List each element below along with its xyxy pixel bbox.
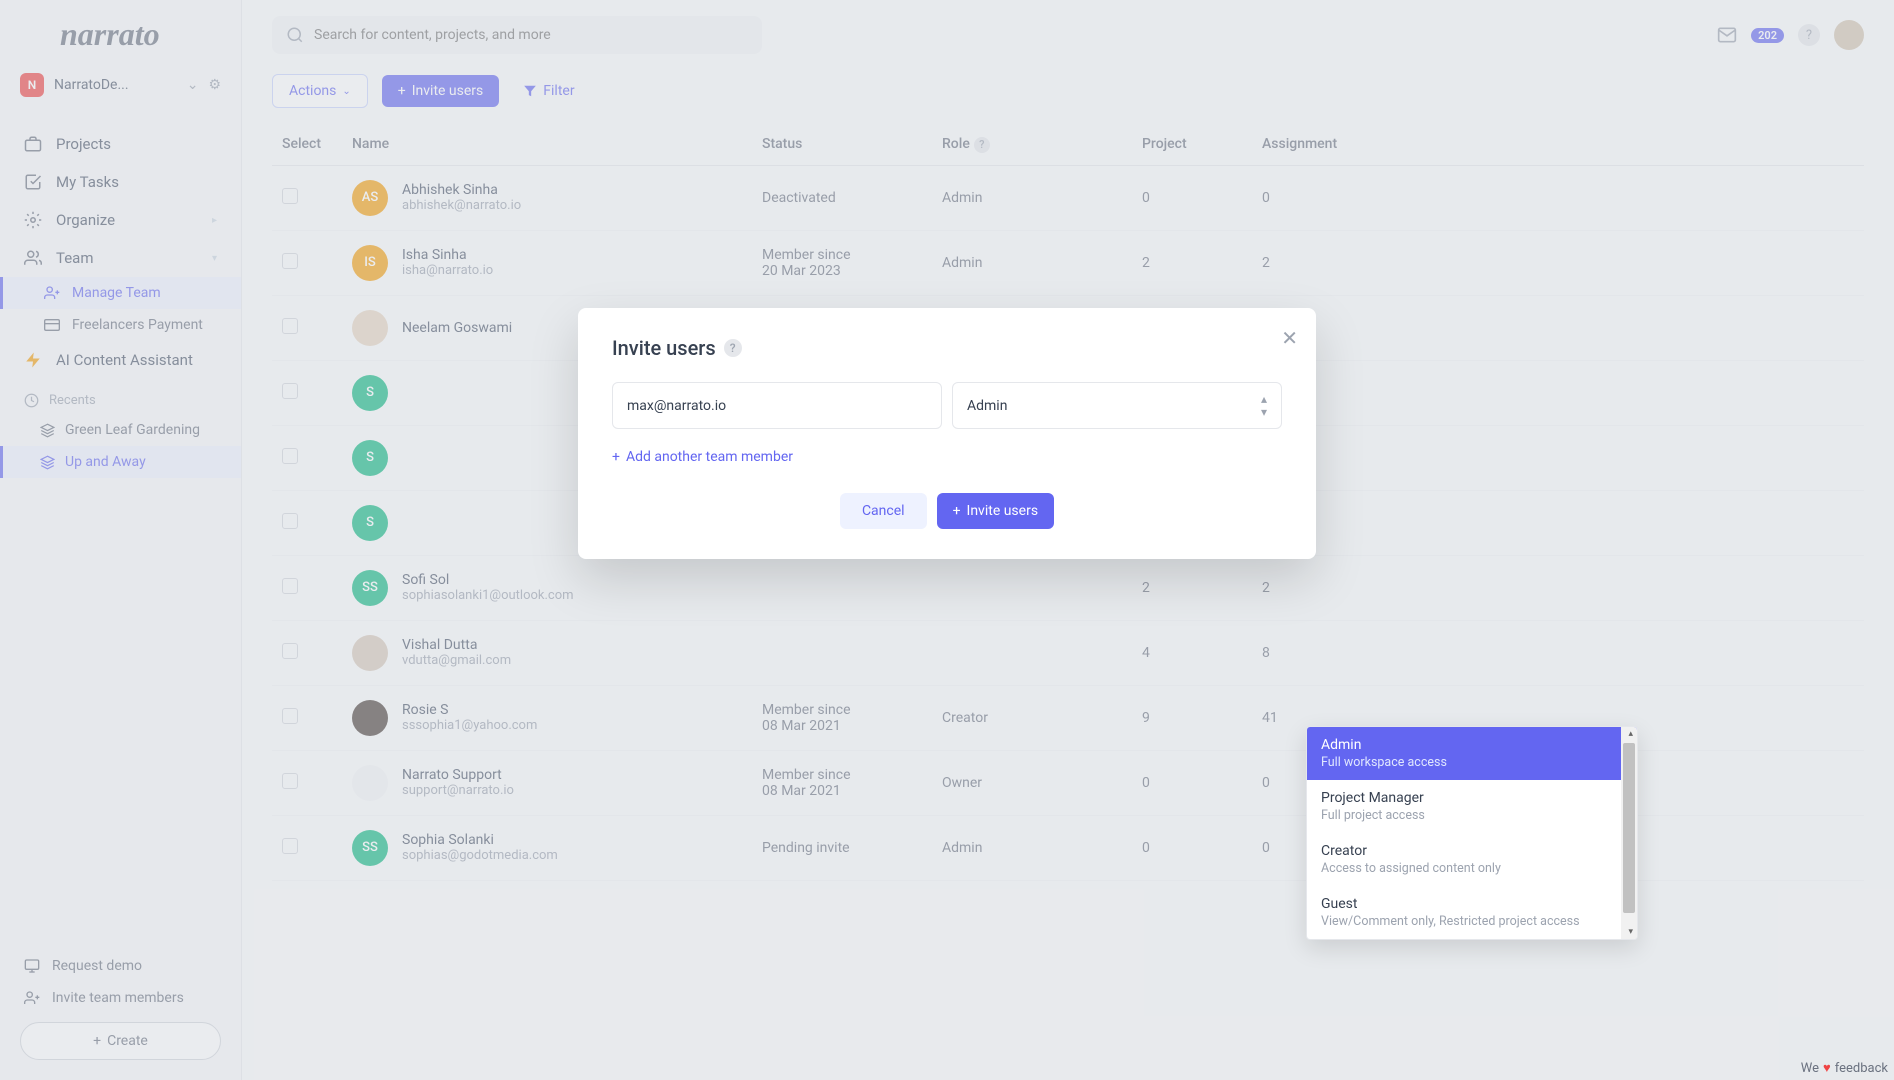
option-title: Project Manager bbox=[1321, 790, 1615, 806]
help-icon[interactable]: ? bbox=[724, 339, 742, 357]
role-select[interactable]: Admin ▴▾ bbox=[952, 382, 1282, 429]
option-desc: View/Comment only, Restricted project ac… bbox=[1321, 914, 1615, 929]
feedback-widget[interactable]: We ♥ feedback bbox=[1801, 1060, 1888, 1076]
dropdown-option[interactable]: Creator Access to assigned content only bbox=[1307, 833, 1637, 886]
heart-icon: ♥ bbox=[1823, 1060, 1831, 1076]
select-value: Admin bbox=[967, 398, 1007, 414]
scroll-down-icon[interactable]: ▾ bbox=[1628, 927, 1633, 937]
invite-users-modal: ✕ Invite users ? Admin ▴▾ + Add another … bbox=[578, 308, 1316, 559]
close-button[interactable]: ✕ bbox=[1281, 326, 1298, 350]
plus-icon: + bbox=[612, 449, 620, 465]
confirm-invite-button[interactable]: + Invite users bbox=[937, 493, 1055, 529]
plus-icon: + bbox=[953, 503, 961, 519]
option-desc: Full project access bbox=[1321, 808, 1615, 823]
link-label: Add another team member bbox=[626, 449, 793, 465]
dropdown-option[interactable]: Admin Full workspace access bbox=[1307, 727, 1637, 780]
role-dropdown: ▴ ▾ Admin Full workspace access Project Ma… bbox=[1306, 726, 1638, 940]
modal-overlay: ✕ Invite users ? Admin ▴▾ + Add another … bbox=[0, 0, 1894, 1080]
option-title: Guest bbox=[1321, 896, 1615, 912]
select-caret-icon: ▴▾ bbox=[1261, 393, 1267, 418]
add-another-link[interactable]: + Add another team member bbox=[612, 449, 793, 465]
option-desc: Full workspace access bbox=[1321, 755, 1615, 770]
scrollbar[interactable]: ▴ ▾ bbox=[1621, 727, 1637, 939]
option-title: Creator bbox=[1321, 843, 1615, 859]
modal-title: Invite users ? bbox=[612, 336, 1282, 360]
option-desc: Access to assigned content only bbox=[1321, 861, 1615, 876]
scroll-up-icon[interactable]: ▴ bbox=[1628, 729, 1633, 739]
email-input[interactable] bbox=[612, 382, 942, 429]
option-title: Admin bbox=[1321, 737, 1615, 753]
dropdown-option[interactable]: Guest View/Comment only, Restricted proje… bbox=[1307, 886, 1637, 939]
cancel-button[interactable]: Cancel bbox=[840, 493, 927, 529]
dropdown-option[interactable]: Project Manager Full project access bbox=[1307, 780, 1637, 833]
button-label: Invite users bbox=[967, 503, 1039, 519]
scrollbar-thumb[interactable] bbox=[1623, 743, 1635, 913]
